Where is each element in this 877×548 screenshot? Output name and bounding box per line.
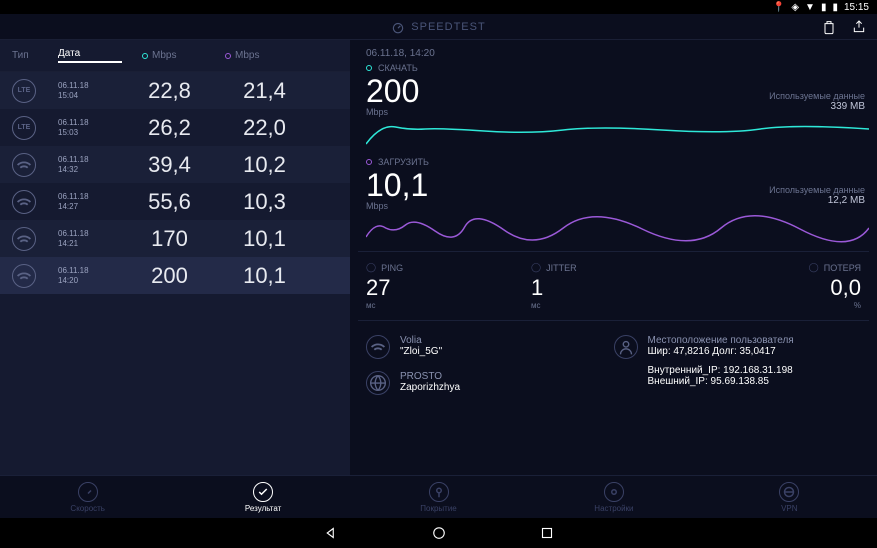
lte-icon: LTE xyxy=(12,79,36,103)
row-upload: 22,0 xyxy=(217,115,312,141)
bottom-navigation: Скорость Результат Покрытие Настройки VP… xyxy=(0,475,877,518)
connection-info: Volia"Zloi_5G" PROSTOZaporizhzhya Местоп… xyxy=(358,320,869,421)
user-icon xyxy=(614,335,638,359)
back-button[interactable] xyxy=(322,524,340,542)
row-download: 200 xyxy=(122,263,217,289)
download-label: СКАЧАТЬ xyxy=(378,63,418,73)
metrics-row: ◯PING 27 мс ◯JITTER 1 мс ◯ПОТЕРЯ 0,0 % xyxy=(358,251,869,320)
server-info: PROSTOZaporizhzhya xyxy=(366,371,614,395)
location-icon: 📍 xyxy=(773,2,785,13)
app-header: SPEEDTEST xyxy=(0,14,877,40)
android-status-bar: 📍 ◈ ▼ ▮ ▮ 15:15 xyxy=(0,0,877,14)
status-time: 15:15 xyxy=(844,2,869,13)
result-detail: 06.11.18, 14:20 СКАЧАТЬ 200 Mbps Использ… xyxy=(350,40,877,475)
download-dot-icon xyxy=(366,65,372,71)
header-upload[interactable]: Mbps xyxy=(217,50,312,61)
row-upload: 10,2 xyxy=(217,152,312,178)
wifi-icon xyxy=(12,190,36,214)
upload-label: ЗАГРУЗИТЬ xyxy=(378,157,429,167)
ping-value: 27 xyxy=(366,275,531,301)
lte-icon: LTE xyxy=(12,116,36,140)
gauge-icon xyxy=(391,20,405,34)
row-date: 06.11.1814:32 xyxy=(58,155,122,174)
nav-vpn[interactable]: VPN xyxy=(702,476,877,518)
header-type[interactable]: Тип xyxy=(12,50,58,61)
row-date: 06.11.1814:20 xyxy=(58,266,122,285)
globe-icon xyxy=(366,371,390,395)
upload-dot-icon xyxy=(366,159,372,165)
wifi-icon xyxy=(12,227,36,251)
row-download: 26,2 xyxy=(122,115,217,141)
row-date: 06.11.1814:27 xyxy=(58,192,122,211)
jitter-metric: ◯JITTER 1 мс xyxy=(531,262,696,310)
wifi-icon xyxy=(12,264,36,288)
row-download: 39,4 xyxy=(122,152,217,178)
table-row[interactable]: LTE 06.11.1815:0422,821,4 xyxy=(0,72,350,109)
results-table: Тип Дата Mbps Mbps LTE06.11.1815:0422,82… xyxy=(0,40,350,475)
download-used-label: Используемые данные xyxy=(769,91,865,101)
row-date: 06.11.1814:21 xyxy=(58,229,122,248)
table-row[interactable]: 06.11.1814:3239,410,2 xyxy=(0,146,350,183)
download-section: СКАЧАТЬ 200 Mbps Используемые данные339 … xyxy=(358,63,869,149)
row-date: 06.11.1815:04 xyxy=(58,81,122,100)
app-title: SPEEDTEST xyxy=(391,20,485,34)
download-used-value: 339 MB xyxy=(769,101,865,112)
share-icon[interactable] xyxy=(851,19,867,35)
header-download[interactable]: Mbps xyxy=(122,50,217,61)
android-nav-bar xyxy=(0,518,877,548)
row-download: 170 xyxy=(122,226,217,252)
battery-status-icon: ▮ xyxy=(832,2,838,13)
cell-status-icon: ▮ xyxy=(821,2,827,13)
sync-icon: ◈ xyxy=(791,2,799,13)
loss-value: 0,0 xyxy=(696,275,861,301)
wifi-status-icon: ▼ xyxy=(805,2,815,13)
row-upload: 10,3 xyxy=(217,189,312,215)
row-upload: 10,1 xyxy=(217,263,312,289)
jitter-value: 1 xyxy=(531,275,696,301)
home-button[interactable] xyxy=(430,524,448,542)
location-info: Местоположение пользователя Шир: 47,8216… xyxy=(614,335,862,387)
nav-settings[interactable]: Настройки xyxy=(526,476,701,518)
nav-result[interactable]: Результат xyxy=(175,476,350,518)
loss-metric: ◯ПОТЕРЯ 0,0 % xyxy=(696,262,861,310)
upload-section: ЗАГРУЗИТЬ 10,1 Mbps Используемые данные1… xyxy=(358,157,869,243)
table-header-row: Тип Дата Mbps Mbps xyxy=(0,40,350,72)
row-date: 06.11.1815:03 xyxy=(58,118,122,137)
wifi-icon xyxy=(366,335,390,359)
upload-used-value: 12,2 MB xyxy=(769,195,865,206)
row-upload: 10,1 xyxy=(217,226,312,252)
row-upload: 21,4 xyxy=(217,78,312,104)
table-row[interactable]: 06.11.1814:2020010,1 xyxy=(0,257,350,294)
wifi-icon xyxy=(12,153,36,177)
main-content: Тип Дата Mbps Mbps LTE06.11.1815:0422,82… xyxy=(0,40,877,475)
isp-info: Volia"Zloi_5G" xyxy=(366,335,614,359)
recent-button[interactable] xyxy=(538,524,556,542)
row-download: 22,8 xyxy=(122,78,217,104)
table-row[interactable]: 06.11.1814:2755,610,3 xyxy=(0,183,350,220)
table-row[interactable]: LTE 06.11.1815:0326,222,0 xyxy=(0,109,350,146)
row-download: 55,6 xyxy=(122,189,217,215)
nav-coverage[interactable]: Покрытие xyxy=(351,476,526,518)
ping-metric: ◯PING 27 мс xyxy=(366,262,531,310)
detail-timestamp: 06.11.18, 14:20 xyxy=(358,40,869,63)
header-date[interactable]: Дата xyxy=(58,48,122,63)
upload-graph xyxy=(366,213,869,243)
nav-speed[interactable]: Скорость xyxy=(0,476,175,518)
table-row[interactable]: 06.11.1814:2117010,1 xyxy=(0,220,350,257)
download-graph xyxy=(366,119,869,149)
upload-used-label: Используемые данные xyxy=(769,185,865,195)
delete-icon[interactable] xyxy=(821,19,837,35)
